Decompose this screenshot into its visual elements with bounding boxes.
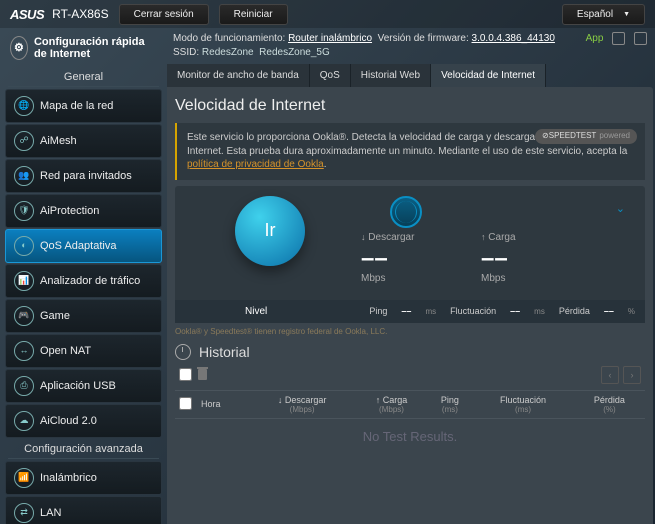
- sidebar-item-wireless[interactable]: 📶Inalámbrico: [5, 461, 162, 495]
- users-icon: 👥: [14, 166, 34, 186]
- notice-box: Este servicio lo proporciona Ookla®. Det…: [175, 123, 645, 180]
- go-button[interactable]: Ir: [235, 196, 305, 266]
- wifi-icon: 📶: [14, 468, 34, 488]
- language-selector[interactable]: Español ▼: [562, 4, 645, 25]
- mesh-icon: ☍: [14, 131, 34, 151]
- clock-icon: [175, 344, 191, 360]
- upload-icon: ↑: [481, 232, 486, 242]
- page-title: Velocidad de Internet: [175, 97, 645, 115]
- select-all-checkbox[interactable]: [179, 368, 192, 381]
- mode-label: Modo de funcionamiento:: [173, 33, 285, 44]
- loss-value: ––: [604, 306, 614, 316]
- language-label: Español: [577, 9, 613, 20]
- download-value: ––: [361, 245, 414, 273]
- ping-value: ––: [401, 306, 411, 316]
- col-time: Hora: [197, 390, 249, 418]
- next-page-button[interactable]: ›: [623, 366, 641, 384]
- ssid-2: RedesZone_5G: [259, 47, 330, 58]
- fw-label: Versión de firmware:: [378, 33, 469, 44]
- brand-logo: ASUS: [10, 7, 48, 22]
- ssid-1: RedesZone: [202, 47, 254, 58]
- section-general: General: [8, 68, 159, 87]
- sidebar-item-lan[interactable]: ⇄LAN: [5, 496, 162, 524]
- ssid-label: SSID:: [173, 47, 199, 58]
- download-icon: ↓: [361, 232, 366, 242]
- reboot-button[interactable]: Reiniciar: [219, 4, 288, 25]
- speedtest-badge: ⊘SPEEDTEST powered: [535, 129, 637, 144]
- tab-internetspeed[interactable]: Velocidad de Internet: [431, 64, 546, 87]
- gamepad-icon: 🎮: [14, 306, 34, 326]
- tab-bandwidth[interactable]: Monitor de ancho de banda: [167, 64, 310, 87]
- shield-icon: 🛡: [14, 201, 34, 221]
- lan-icon: ⇄: [14, 503, 34, 523]
- no-results-text: No Test Results.: [175, 418, 645, 454]
- upload-unit: Mbps: [481, 273, 516, 284]
- sidebar-item-qos[interactable]: ◐QoS Adaptativa: [5, 229, 162, 263]
- history-title: Historial: [199, 344, 250, 360]
- tab-qos[interactable]: QoS: [310, 64, 351, 87]
- ookla-privacy-link[interactable]: política de privacidad de Ookla: [187, 159, 324, 170]
- level-label: Nivel: [245, 306, 267, 317]
- speedometer-icon: ◐: [14, 236, 34, 256]
- nat-icon: ↔: [14, 341, 34, 361]
- section-advanced: Configuración avanzada: [8, 440, 159, 459]
- ping-label: Ping: [369, 306, 387, 316]
- prev-page-button[interactable]: ‹: [601, 366, 619, 384]
- mode-value-link[interactable]: Router inalámbrico: [288, 33, 372, 44]
- server-globe-icon: [390, 196, 422, 228]
- sidebar-item-aimesh[interactable]: ☍AiMesh: [5, 124, 162, 158]
- fw-value-link[interactable]: 3.0.0.4.386_44130: [472, 33, 555, 44]
- model-label: RT-AX86S: [52, 7, 108, 21]
- col-jitter: Fluctuación(ms): [472, 390, 574, 418]
- feedback-icon[interactable]: [634, 32, 647, 45]
- jitter-value: ––: [510, 306, 520, 316]
- sidebar-item-map[interactable]: 🌐Mapa de la red: [5, 89, 162, 123]
- col-ping: Ping(ms): [428, 390, 473, 418]
- header-checkbox[interactable]: [179, 397, 192, 410]
- col-upload: ↑ Carga(Mbps): [355, 390, 427, 418]
- upload-label: Carga: [488, 232, 515, 243]
- upload-value: ––: [481, 245, 516, 273]
- server-select-toggle[interactable]: ⌄: [616, 202, 625, 215]
- app-link[interactable]: App: [586, 33, 604, 44]
- sidebar-item-usb[interactable]: ⎙Aplicación USB: [5, 369, 162, 403]
- loss-label: Pérdida: [559, 306, 590, 316]
- sidebar-item-aiprotection[interactable]: 🛡AiProtection: [5, 194, 162, 228]
- col-download: ↓ Descargar(Mbps): [249, 390, 356, 418]
- jitter-label: Fluctuación: [450, 306, 496, 316]
- logout-button[interactable]: Cerrar sesión: [119, 4, 209, 25]
- gear-icon: ⚙: [10, 36, 28, 60]
- pushpin-icon[interactable]: [612, 32, 625, 45]
- quick-config-link[interactable]: ⚙ Configuración rápida de Internet: [2, 30, 165, 66]
- tab-webhistory[interactable]: Historial Web: [351, 64, 431, 87]
- sidebar-item-game[interactable]: 🎮Game: [5, 299, 162, 333]
- delete-icon[interactable]: [198, 369, 207, 380]
- globe-icon: 🌐: [14, 96, 34, 116]
- trademark-text: Ookla® y Speedtest® tienen registro fede…: [175, 327, 645, 336]
- sidebar-item-guest[interactable]: 👥Red para invitados: [5, 159, 162, 193]
- usb-icon: ⎙: [14, 376, 34, 396]
- download-unit: Mbps: [361, 273, 414, 284]
- sidebar-item-nat[interactable]: ↔Open NAT: [5, 334, 162, 368]
- download-label: Descargar: [368, 232, 414, 243]
- sidebar-item-traffic[interactable]: 📊Analizador de tráfico: [5, 264, 162, 298]
- col-loss: Pérdida(%): [574, 390, 645, 418]
- chevron-down-icon: ▼: [623, 11, 630, 18]
- chart-icon: 📊: [14, 271, 34, 291]
- sidebar-item-aicloud[interactable]: ☁AiCloud 2.0: [5, 404, 162, 438]
- cloud-icon: ☁: [14, 411, 34, 431]
